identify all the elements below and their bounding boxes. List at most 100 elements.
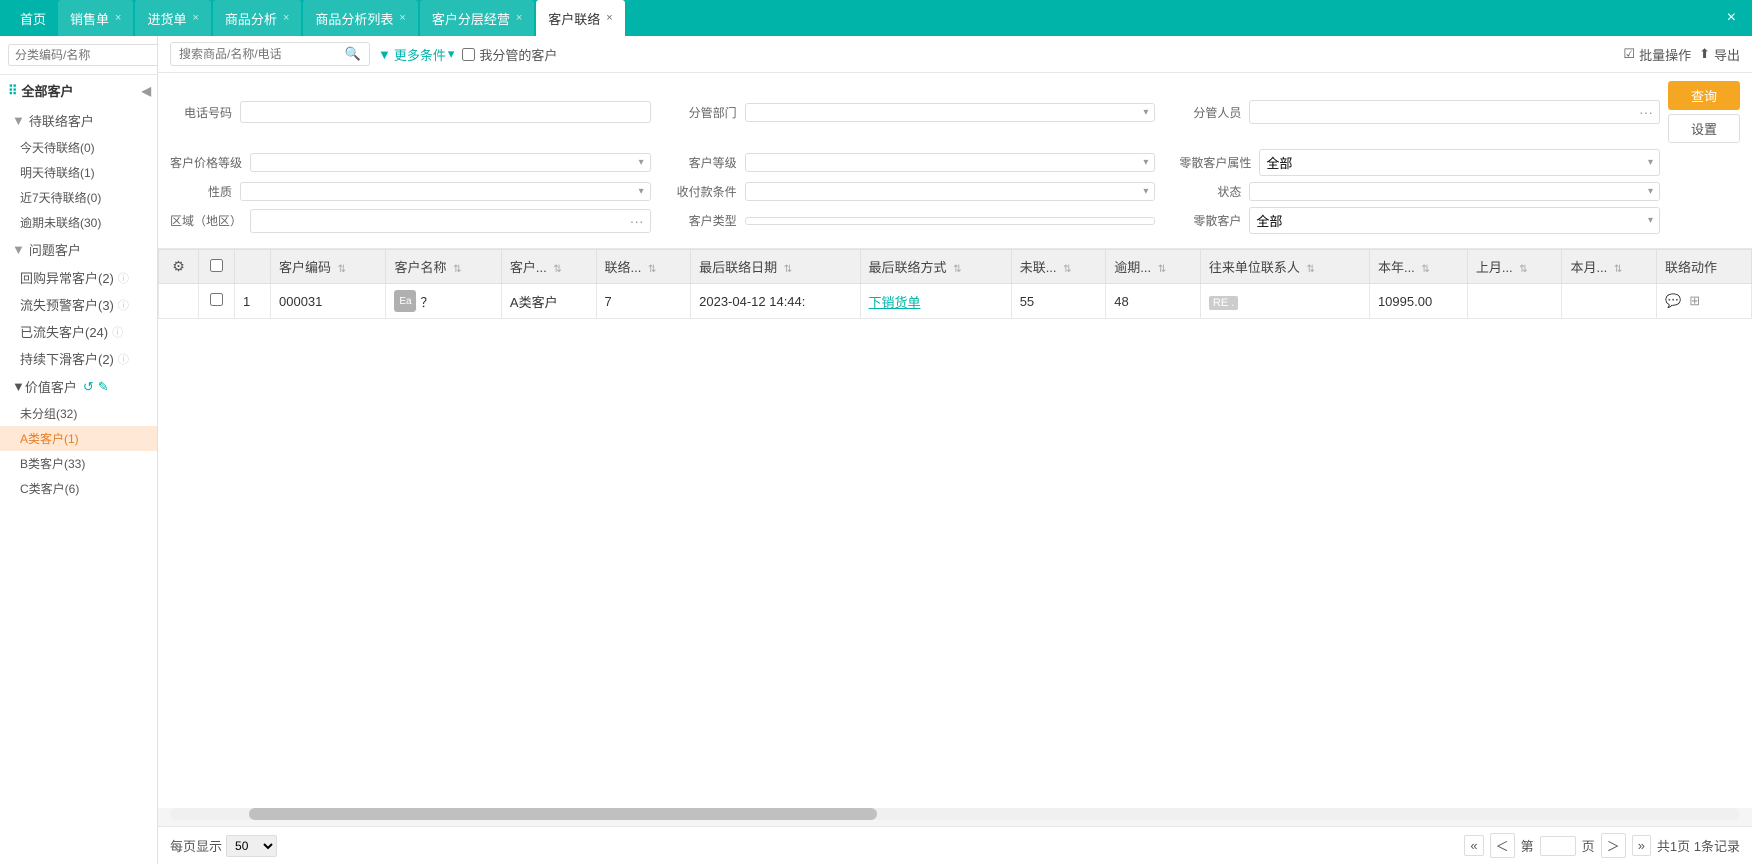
nav-tab-customer-segment-close[interactable]: × xyxy=(516,12,522,24)
status-select[interactable]: ▾ xyxy=(1249,182,1660,201)
page-input[interactable]: 1 xyxy=(1540,836,1576,856)
sidebar: 🔍 ⠿ 全部客户 ◀ ▼ 待联络客户 今天待联络(0) 明天待联络(1) 近7天… xyxy=(0,36,158,864)
pay-select[interactable]: ▾ xyxy=(745,182,1156,201)
sidebar-item-lost-warning[interactable]: 流失预警客户(3) ⓘ xyxy=(0,291,157,318)
nav-tab-analysis-list[interactable]: 商品分析列表 × xyxy=(303,0,417,36)
level-sorter-icon[interactable]: ⇅ xyxy=(553,264,561,275)
scrollbar-thumb[interactable] xyxy=(249,808,877,820)
nature-select[interactable]: ▾ xyxy=(240,182,651,201)
sidebar-item-a-class[interactable]: A类客户(1) xyxy=(0,426,157,451)
code-sorter-icon[interactable]: ⇅ xyxy=(338,264,346,275)
collapse-icon[interactable]: ◀ xyxy=(142,84,151,98)
nav-home[interactable]: 首页 xyxy=(8,9,58,28)
th-this-month[interactable]: 本月... ⇅ xyxy=(1562,250,1657,284)
sidebar-item-7days[interactable]: 近7天待联络(0) xyxy=(0,185,157,210)
not-contacted-sorter-icon[interactable]: ⇅ xyxy=(1063,264,1071,275)
sidebar-problem-customer-header[interactable]: ▼ 问题客户 xyxy=(0,235,157,264)
last-month-sorter-icon[interactable]: ⇅ xyxy=(1519,264,1527,275)
query-button[interactable]: 查询 xyxy=(1668,81,1740,110)
row-last-method-cell[interactable]: 下销货单 xyxy=(860,284,1011,319)
overdue-sorter-icon[interactable]: ⇅ xyxy=(1158,264,1166,275)
first-page-btn[interactable]: « xyxy=(1464,835,1483,856)
name-sorter-icon[interactable]: ⇅ xyxy=(453,264,461,275)
th-contacts2[interactable]: 往来单位联系人 ⇅ xyxy=(1200,250,1369,284)
my-customers-checkbox[interactable] xyxy=(462,48,475,61)
nav-tab-customer-contact-close[interactable]: × xyxy=(606,12,612,24)
th-name[interactable]: 客户名称 ⇅ xyxy=(386,250,501,284)
th-level[interactable]: 客户... ⇅ xyxy=(501,250,596,284)
sidebar-search-input[interactable] xyxy=(8,44,158,66)
contacts2-sorter-icon[interactable]: ⇅ xyxy=(1307,264,1315,275)
value-edit-icon[interactable]: ✎ xyxy=(98,379,109,395)
nav-tab-customer-contact[interactable]: 客户联络 × xyxy=(536,0,624,36)
th-this-year-label: 本年... xyxy=(1378,260,1415,275)
last-method-link[interactable]: 下销货单 xyxy=(869,295,921,310)
export-btn[interactable]: ⬆ 导出 xyxy=(1699,45,1740,64)
sidebar-item-repurchase[interactable]: 回购异常客户(2) ⓘ xyxy=(0,264,157,291)
sidebar-pending-contact-header[interactable]: ▼ 待联络客户 xyxy=(0,106,157,135)
horizontal-scrollbar[interactable] xyxy=(170,808,1740,820)
chat-icon[interactable]: 💬 xyxy=(1665,293,1681,309)
sidebar-all-customers[interactable]: ⠿ 全部客户 ◀ xyxy=(0,75,157,106)
last-date-sorter-icon[interactable]: ⇅ xyxy=(784,264,792,275)
nav-tab-customer-segment[interactable]: 客户分层经营 × xyxy=(420,0,534,36)
nav-tab-analysis[interactable]: 商品分析 × xyxy=(213,0,301,36)
sidebar-item-c-class[interactable]: C类客户(6) xyxy=(0,476,157,501)
this-year-sorter-icon[interactable]: ⇅ xyxy=(1421,264,1429,275)
my-customers-label: 我分管的客户 xyxy=(479,45,557,64)
region-select[interactable]: ··· xyxy=(250,209,651,233)
th-not-contacted[interactable]: 未联... ⇅ xyxy=(1011,250,1106,284)
nav-tab-sales-close[interactable]: × xyxy=(115,12,121,24)
value-refresh-icon[interactable]: ↺ xyxy=(83,379,94,395)
per-page-select[interactable]: 50100200 xyxy=(226,835,277,857)
person-select[interactable]: ··· xyxy=(1249,100,1660,124)
sidebar-item-ungroup[interactable]: 未分组(32) xyxy=(0,401,157,426)
type-select[interactable] xyxy=(745,217,1156,225)
batch-op-btn[interactable]: ☑ 批量操作 xyxy=(1623,45,1691,64)
this-month-sorter-icon[interactable]: ⇅ xyxy=(1614,264,1622,275)
settings-gear-icon[interactable]: ⚙ xyxy=(172,258,185,274)
sidebar-value-customer-header[interactable]: ▼ 价值客户 ↺ ✎ xyxy=(0,372,157,401)
th-this-year[interactable]: 本年... ⇅ xyxy=(1369,250,1467,284)
sidebar-item-tomorrow[interactable]: 明天待联络(1) xyxy=(0,160,157,185)
last-method-sorter-icon[interactable]: ⇅ xyxy=(953,264,961,275)
th-contacts[interactable]: 联络... ⇅ xyxy=(596,250,691,284)
window-close-btn[interactable]: × xyxy=(1719,9,1744,27)
th-last-date[interactable]: 最后联络日期 ⇅ xyxy=(691,250,860,284)
nav-tab-analysis-list-close[interactable]: × xyxy=(399,12,405,24)
nav-tab-purchase-close[interactable]: × xyxy=(192,12,198,24)
sidebar-item-overdue[interactable]: 逾期未联络(30) xyxy=(0,210,157,235)
th-code[interactable]: 客户编码 ⇅ xyxy=(271,250,386,284)
filter-search-input[interactable] xyxy=(179,47,345,61)
setup-button[interactable]: 设置 xyxy=(1668,114,1740,143)
row-checkbox[interactable] xyxy=(210,293,223,306)
nav-tab-sales[interactable]: 销售单 × xyxy=(58,0,133,36)
filter-more-btn[interactable]: ▼ 更多条件 ▾ xyxy=(378,45,454,64)
filter-search-icon[interactable]: 🔍 xyxy=(345,46,361,62)
sidebar-item-b-class[interactable]: B类客户(33) xyxy=(0,451,157,476)
last-page-btn[interactable]: » xyxy=(1632,835,1651,856)
level-select[interactable]: ▾ xyxy=(745,153,1156,172)
retail-attr-select[interactable]: 全部 ▾ xyxy=(1259,149,1660,176)
select-all-checkbox[interactable] xyxy=(210,259,223,272)
sidebar-item-decline[interactable]: 持续下滑客户(2) ⓘ xyxy=(0,345,157,372)
th-overdue[interactable]: 逾期... ⇅ xyxy=(1106,250,1201,284)
nav-tab-purchase[interactable]: 进货单 × xyxy=(135,0,210,36)
qr-icon[interactable]: ⊞ xyxy=(1689,293,1700,309)
sidebar-item-today[interactable]: 今天待联络(0) xyxy=(0,135,157,160)
sidebar-item-lost[interactable]: 已流失客户(24) ⓘ xyxy=(0,318,157,345)
phone-input[interactable] xyxy=(240,101,651,123)
problem-customer-label: 问题客户 xyxy=(29,240,81,259)
retail-select[interactable]: 全部 ▾ xyxy=(1249,207,1660,234)
retail-attr-label: 零散客户属性 xyxy=(1179,154,1259,171)
prev-page-btn[interactable]: ＜ xyxy=(1490,833,1515,858)
th-last-method[interactable]: 最后联络方式 ⇅ xyxy=(860,250,1011,284)
retail-label: 零散客户 xyxy=(1179,212,1249,229)
nav-tab-analysis-close[interactable]: × xyxy=(283,12,289,24)
contacts-sorter-icon[interactable]: ⇅ xyxy=(648,264,656,275)
filter-my-customers[interactable]: 我分管的客户 xyxy=(462,45,557,64)
price-select[interactable]: ▾ xyxy=(250,153,651,172)
next-page-btn[interactable]: ＞ xyxy=(1601,833,1626,858)
dept-select[interactable]: ▾ xyxy=(745,103,1156,122)
th-last-month[interactable]: 上月... ⇅ xyxy=(1467,250,1562,284)
